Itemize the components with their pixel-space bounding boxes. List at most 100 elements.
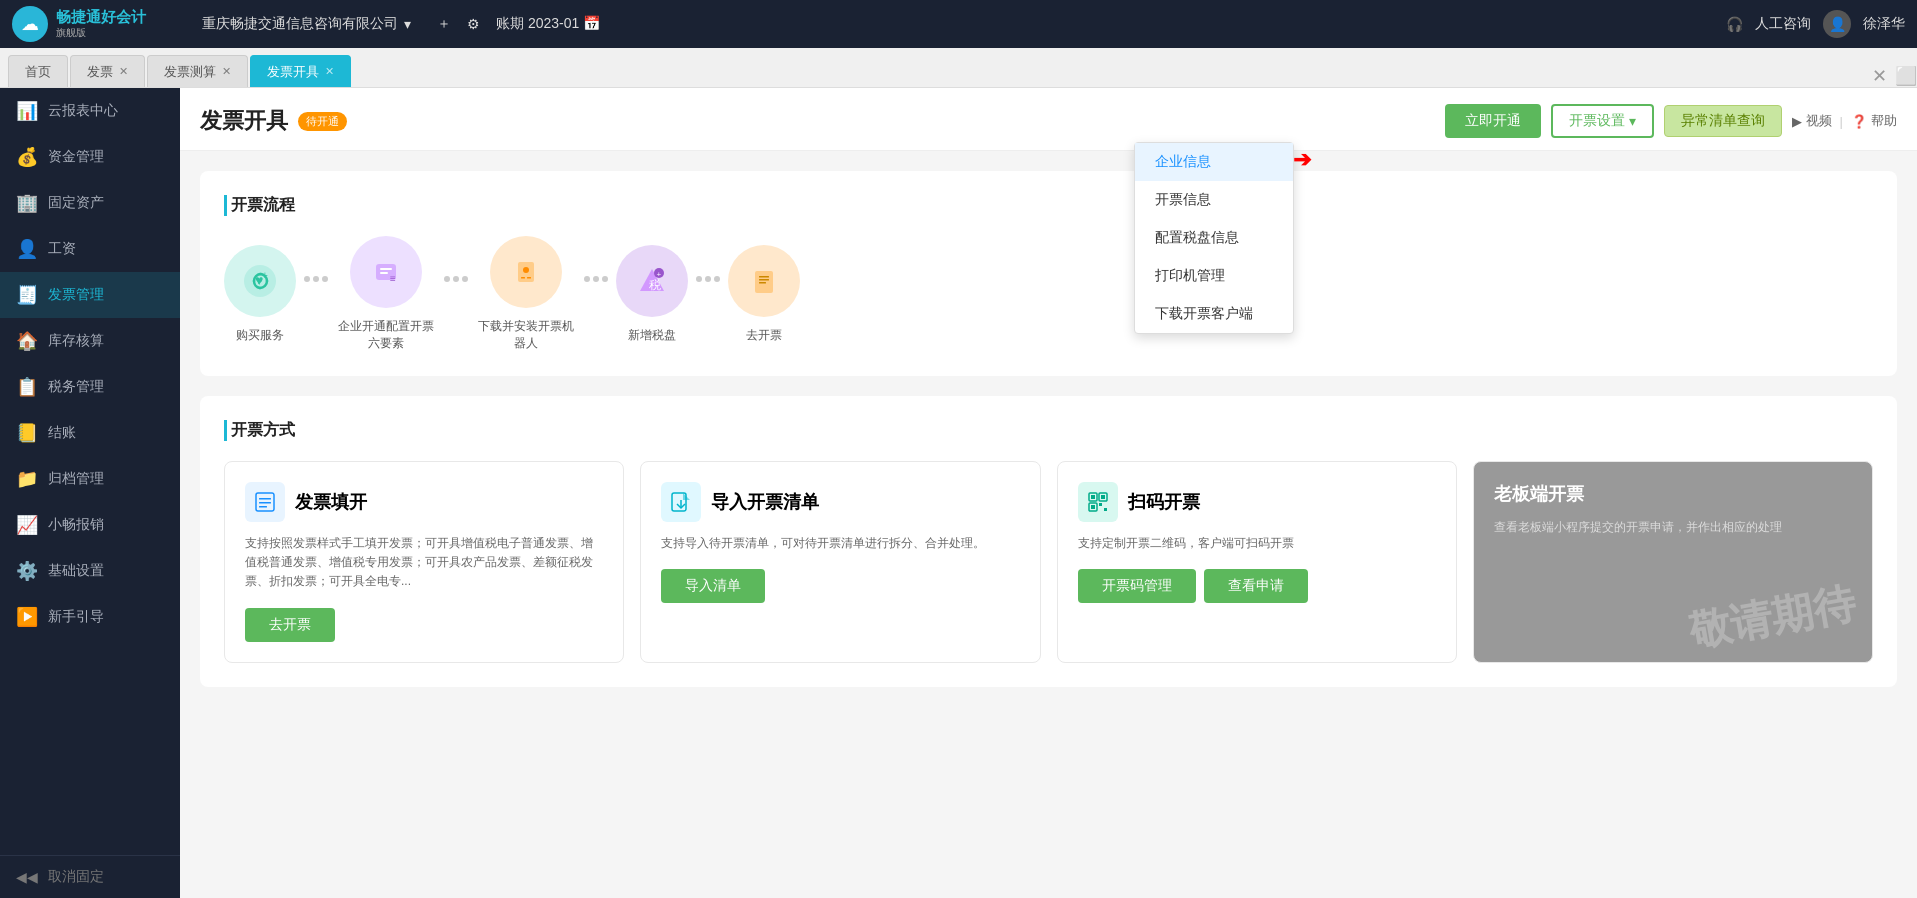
dropdown-item-download[interactable]: 下载开票客户端 (1135, 295, 1293, 333)
import-button[interactable]: 导入清单 (661, 569, 765, 603)
fill-title: 发票填开 (295, 490, 367, 514)
header-actions: 立即开通 开票设置 ▾ 企业信息 ➔ 开票信息 (1445, 104, 1897, 138)
accounting-icon: 📒 (16, 422, 38, 444)
tab-open-invoice[interactable]: 发票开具 ✕ (250, 55, 351, 87)
guide-icon: ▶️ (16, 606, 38, 628)
dropdown-item-tax-disk[interactable]: 配置税盘信息 (1135, 219, 1293, 257)
config-label: 企业开通配置开票六要素 (336, 318, 436, 352)
settings-icon[interactable]: ⚙ (467, 16, 480, 32)
sidebar-bottom: ◀◀ 取消固定 (0, 855, 180, 898)
download-label: 下载并安装开票机器人 (476, 318, 576, 352)
content-area: 发票开具 待开通 立即开通 开票设置 ▾ 企业信息 ➔ (180, 88, 1917, 898)
svg-point-8 (523, 267, 529, 273)
sidebar-item-report[interactable]: 📈 小畅报销 (0, 502, 180, 548)
svg-rect-10 (527, 277, 531, 279)
app-name: 畅捷通好会计 (56, 8, 146, 26)
settings-dropdown: 企业信息 ➔ 开票信息 配置税盘信息 打印机管理 下 (1134, 142, 1294, 334)
sidebar: 📊 云报表中心 💰 资金管理 🏢 固定资产 👤 工资 🧾 发票管理 🏠 库存核算… (0, 88, 180, 898)
sidebar-item-accounting[interactable]: 📒 结账 (0, 410, 180, 456)
sidebar-item-invoice[interactable]: 🧾 发票管理 (0, 272, 180, 318)
tab-invoice[interactable]: 发票 ✕ (70, 55, 145, 87)
sidebar-item-salary[interactable]: 👤 工资 (0, 226, 180, 272)
tax-icon: 📋 (16, 376, 38, 398)
methods-section: 开票方式 (200, 396, 1897, 687)
buy-icon: ♥ + (224, 245, 296, 317)
report-icon: 📈 (16, 514, 38, 536)
page-title: 发票开具 (200, 106, 288, 136)
invoice-icon: 🧾 (16, 284, 38, 306)
methods-grid: 发票填开 支持按照发票样式手工填开发票；可开具增值税电子普通发票、增值税普通发票… (224, 461, 1873, 663)
import-desc: 支持导入待开票清单，可对待开票清单进行拆分、合并处理。 (661, 534, 1019, 553)
close-tab-invoice[interactable]: ✕ (119, 65, 128, 78)
view-apply-button[interactable]: 查看申请 (1204, 569, 1308, 603)
svg-rect-5 (380, 272, 388, 274)
username: 徐泽华 (1863, 15, 1905, 33)
logo-icon: ☁ (12, 6, 48, 42)
settings-dropdown-container: 开票设置 ▾ 企业信息 ➔ 开票信息 配置税盘信息 (1551, 104, 1654, 138)
dropdown-item-invoice-info[interactable]: 开票信息 (1135, 181, 1293, 219)
help-circle-icon: ❓ (1851, 114, 1867, 129)
archive-icon: 📁 (16, 468, 38, 490)
arrow-1 (296, 276, 336, 312)
scan-header: 扫码开票 (1078, 482, 1436, 522)
main-layout: 📊 云报表中心 💰 资金管理 🏢 固定资产 👤 工资 🧾 发票管理 🏠 库存核算… (0, 88, 1917, 898)
dropdown-item-company-info[interactable]: 企业信息 ➔ (1135, 143, 1293, 181)
step-config: ≡ 企业开通配置开票六要素 (336, 236, 436, 352)
close-tab-open-invoice[interactable]: ✕ (325, 65, 334, 78)
sidebar-item-cloud-report[interactable]: 📊 云报表中心 (0, 88, 180, 134)
arrow-indicator: ➔ (1293, 147, 1311, 173)
tab-home[interactable]: 首页 (8, 55, 68, 87)
video-label[interactable]: 视频 (1806, 112, 1832, 130)
page-content: 开票流程 ♥ + (180, 151, 1917, 898)
avatar: 👤 (1823, 10, 1851, 38)
scan-title: 扫码开票 (1128, 490, 1200, 514)
close-tab-estimate[interactable]: ✕ (222, 65, 231, 78)
invoice-go-icon (728, 245, 800, 317)
workflow-steps: ♥ + 购买服务 (224, 236, 1873, 352)
sidebar-item-settings[interactable]: ⚙️ 基础设置 (0, 548, 180, 594)
add-button[interactable]: ＋ (437, 15, 451, 33)
calendar-icon[interactable]: 📅 (583, 15, 600, 31)
sidebar-item-tax[interactable]: 📋 税务管理 (0, 364, 180, 410)
svg-rect-18 (759, 282, 766, 284)
svg-rect-16 (759, 276, 769, 278)
svg-rect-30 (1091, 505, 1095, 509)
tab-bar: 首页 发票 ✕ 发票测算 ✕ 发票开具 ✕ ✕ ⬜ (0, 48, 1917, 88)
consult-label[interactable]: 人工咨询 (1755, 15, 1811, 33)
abnormal-button[interactable]: 异常清单查询 (1664, 105, 1782, 137)
sidebar-item-fund[interactable]: 💰 资金管理 (0, 134, 180, 180)
boss-header: 老板端开票 (1494, 482, 1852, 506)
fill-go-button[interactable]: 去开票 (245, 608, 335, 642)
window-controls: ✕ ⬜ (1872, 65, 1917, 87)
settings-button[interactable]: 开票设置 ▾ (1551, 104, 1654, 138)
svg-text:税: 税 (649, 278, 661, 292)
close-window[interactable]: ✕ (1872, 65, 1887, 87)
config-icon: ≡ (350, 236, 422, 308)
video-icon[interactable]: ▶ (1792, 114, 1802, 129)
method-scan: 扫码开票 支持定制开票二维码，客户端可扫码开票 开票码管理 查看申请 (1057, 461, 1457, 663)
svg-rect-4 (380, 268, 392, 270)
sidebar-item-unpin[interactable]: ◀◀ 取消固定 (0, 856, 180, 898)
top-actions: ＋ ⚙ 账期 2023-01 📅 (437, 15, 600, 33)
svg-rect-29 (1101, 495, 1105, 499)
tab-estimate[interactable]: 发票测算 ✕ (147, 55, 248, 87)
sidebar-item-archive[interactable]: 📁 归档管理 (0, 456, 180, 502)
help-label[interactable]: 帮助 (1871, 112, 1897, 130)
svg-rect-20 (259, 498, 271, 500)
step-tax: 税 + 新增税盘 (616, 245, 688, 344)
maximize-window[interactable]: ⬜ (1895, 65, 1917, 87)
methods-title: 开票方式 (224, 420, 1873, 441)
workflow-title: 开票流程 (224, 195, 1873, 216)
company-selector[interactable]: 重庆畅捷交通信息咨询有限公司 ▾ (192, 11, 421, 37)
sidebar-item-asset[interactable]: 🏢 固定资产 (0, 180, 180, 226)
step-buy: ♥ + 购买服务 (224, 245, 296, 344)
sidebar-item-guide[interactable]: ▶️ 新手引导 (0, 594, 180, 640)
activate-button[interactable]: 立即开通 (1445, 104, 1541, 138)
sidebar-item-inventory[interactable]: 🏠 库存核算 (0, 318, 180, 364)
tax-label: 新增税盘 (628, 327, 676, 344)
dropdown-item-printer[interactable]: 打印机管理 (1135, 257, 1293, 295)
boss-desc: 查看老板端小程序提交的开票申请，并作出相应的处理 (1494, 518, 1852, 537)
import-header: 导入开票清单 (661, 482, 1019, 522)
svg-text:≡: ≡ (390, 273, 396, 284)
qr-manage-button[interactable]: 开票码管理 (1078, 569, 1196, 603)
